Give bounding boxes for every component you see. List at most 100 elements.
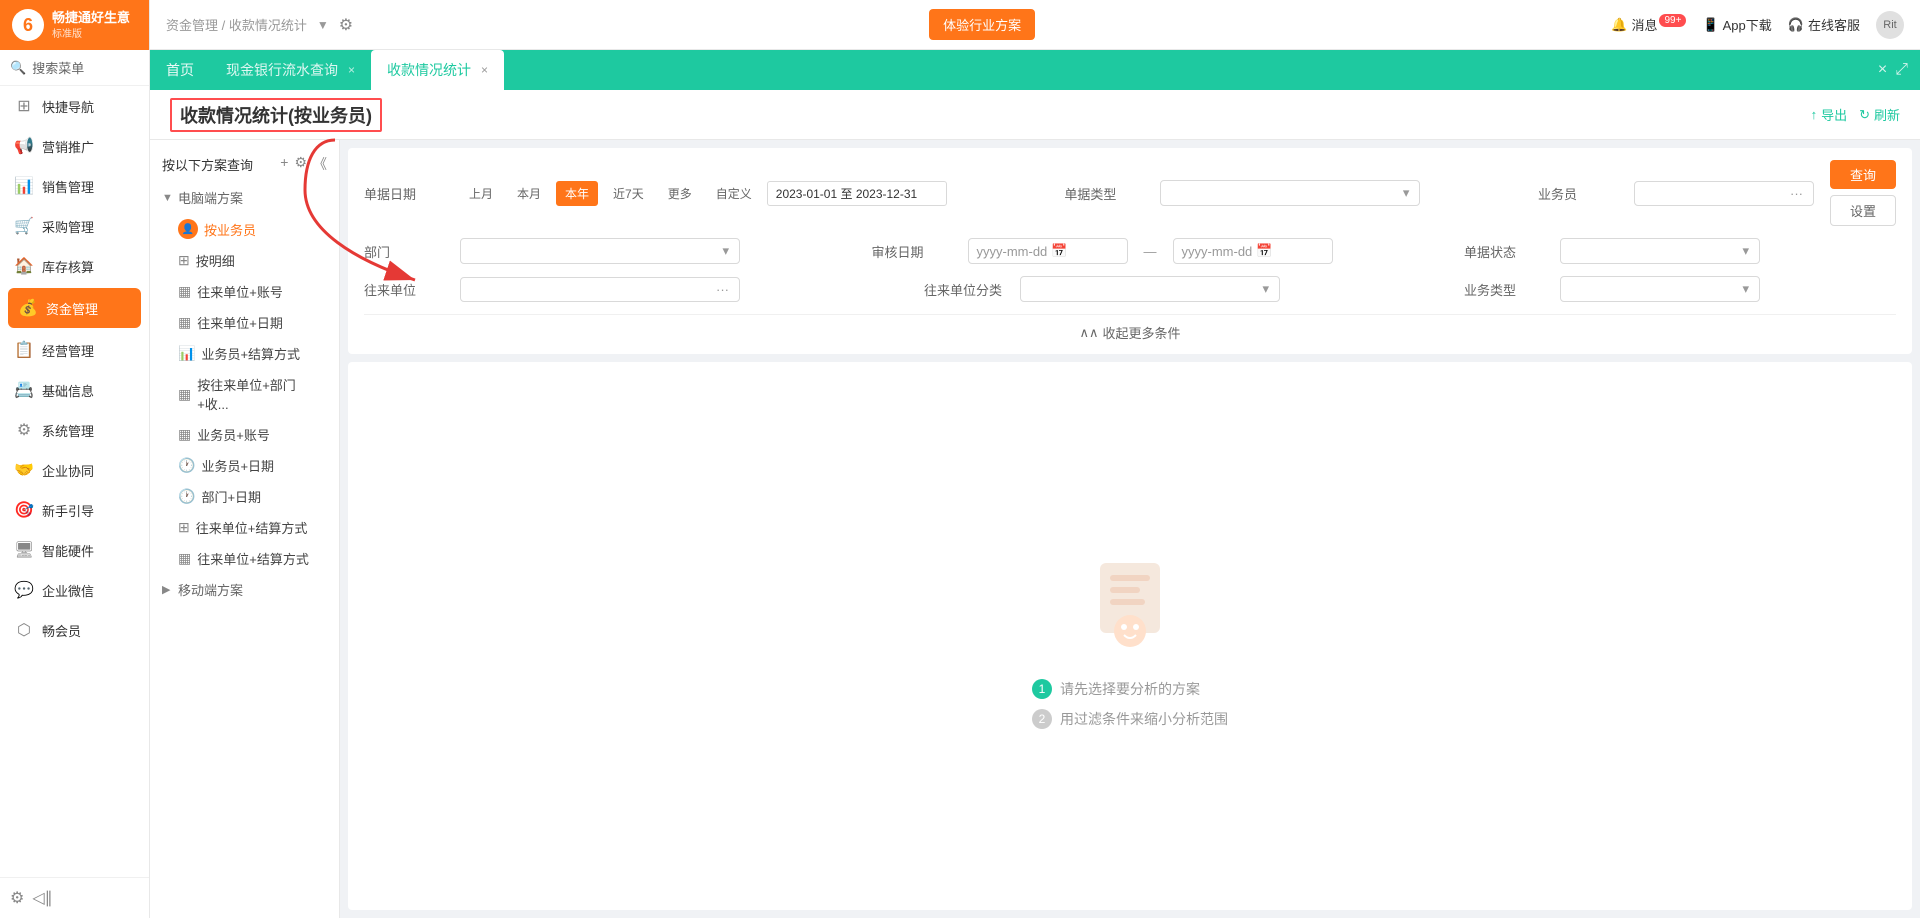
scheme-item-label6: 业务员+日期 xyxy=(201,456,274,475)
date-group: 上月 本月 本年 近7天 更多 自定义 2023-01-01 至 2023-12… xyxy=(460,181,947,206)
pc-section-header[interactable]: ▼ 电脑端方案 xyxy=(150,182,339,213)
trial-btn[interactable]: 体验行业方案 xyxy=(929,9,1035,40)
scheme-item-counterpart-payment1[interactable]: ⊞ 往来单位+结算方式 xyxy=(150,512,339,543)
chevron-down-icon[interactable]: ▼ xyxy=(317,18,329,32)
scheme-item-salesperson-account[interactable]: ▦ 业务员+账号 xyxy=(150,419,339,450)
search-menu[interactable]: 🔍 搜索菜单 xyxy=(0,50,149,86)
dept-select[interactable]: ▾ xyxy=(460,238,740,264)
collapse-scheme-icon[interactable]: 《 xyxy=(313,154,327,174)
notification-badge: 99+ xyxy=(1659,14,1686,27)
tab-collection-close[interactable]: × xyxy=(481,63,488,77)
header-gear-icon[interactable]: ⚙ xyxy=(339,15,353,35)
sidebar-item-wechat[interactable]: 💬 企业微信 xyxy=(0,570,149,610)
header-left: 资金管理 / 收款情况统计 ▼ ⚙ xyxy=(166,15,353,35)
operations-icon: 📋 xyxy=(14,340,34,360)
filter-collapse-row: ∧∧ 收起更多条件 xyxy=(364,314,1896,342)
tab-bar: 首页 现金银行流水查询 × 收款情况统计 × × ⤢ xyxy=(150,50,1920,90)
doc-status-select[interactable]: ▾ xyxy=(1560,238,1760,264)
add-scheme-icon[interactable]: + xyxy=(280,154,288,174)
biz-type-select[interactable]: ▾ xyxy=(1560,276,1760,302)
table-icon: ▦ xyxy=(178,283,191,300)
tab-bank-close[interactable]: × xyxy=(348,63,355,77)
refresh-btn[interactable]: ↻ 刷新 xyxy=(1859,105,1900,124)
scheme-item-label3: 业务员+结算方式 xyxy=(201,344,300,363)
sidebar-item-member[interactable]: ⬡ 畅会员 xyxy=(0,610,149,650)
sidebar-item-guide[interactable]: 🎯 新手引导 xyxy=(0,490,149,530)
scheme-panel-title: 按以下方案查询 xyxy=(162,155,253,174)
online-service-item[interactable]: 🎧 在线客服 xyxy=(1788,15,1860,34)
sidebar-item-inventory[interactable]: 🏠 库存核算 xyxy=(0,246,149,286)
sidebar-item-basic[interactable]: 📇 基础信息 xyxy=(0,370,149,410)
sidebar-item-purchase[interactable]: 🛒 采购管理 xyxy=(0,206,149,246)
empty-steps: 1 请先选择要分析的方案 2 用过滤条件来缩小分析范围 xyxy=(1032,679,1228,729)
tab-collection[interactable]: 收款情况统计 × xyxy=(371,50,504,90)
scheme-item-counterpart-date[interactable]: ▦ 往来单位+日期 xyxy=(150,307,339,338)
date-btn-this-year[interactable]: 本年 xyxy=(556,181,598,206)
search-icon: 🔍 xyxy=(10,60,26,76)
guide-icon: 🎯 xyxy=(14,500,34,520)
tab-bank[interactable]: 现金银行流水查询 × xyxy=(210,50,371,90)
clock-icon2: 🕐 xyxy=(178,488,195,505)
notification-item[interactable]: 🔔 消息 99+ xyxy=(1611,15,1686,34)
query-btn[interactable]: 查询 xyxy=(1830,160,1896,189)
sidebar-item-coop[interactable]: 🤝 企业协同 xyxy=(0,450,149,490)
scheme-item-counterpart-account[interactable]: ▦ 往来单位+账号 xyxy=(150,276,339,307)
hardware-icon: 🖥 xyxy=(14,540,34,560)
ellipsis-salesperson-icon: ··· xyxy=(1790,186,1803,201)
empty-area: 1 请先选择要分析的方案 2 用过滤条件来缩小分析范围 xyxy=(348,362,1912,910)
date-btn-custom[interactable]: 自定义 xyxy=(707,181,761,206)
scheme-item-label7: 部门+日期 xyxy=(201,487,261,506)
sidebar-item-marketing[interactable]: 📢 营销推广 xyxy=(0,126,149,166)
scheme-item-dept-date[interactable]: 🕐 部门+日期 xyxy=(150,481,339,512)
mobile-section-header[interactable]: ▶ 移动端方案 xyxy=(150,574,339,605)
wechat-label: 企业微信 xyxy=(42,581,94,600)
collapse-btn[interactable]: ∧∧ 收起更多条件 xyxy=(1079,323,1180,342)
doc-type-select[interactable]: ▾ xyxy=(1160,180,1420,206)
sidebar-item-quick-nav[interactable]: ⊞ 快捷导航 xyxy=(0,86,149,126)
settings-btn[interactable]: 设置 xyxy=(1830,195,1896,226)
collapse-sidebar-icon[interactable]: ◁∥ xyxy=(32,888,52,908)
date-btn-this-month[interactable]: 本月 xyxy=(508,181,550,206)
sidebar-bottom: ⚙ ◁∥ xyxy=(0,877,149,918)
settings-scheme-icon[interactable]: ⚙ xyxy=(294,154,307,174)
sidebar-item-hardware[interactable]: 🖥 智能硬件 xyxy=(0,530,149,570)
audit-date-to[interactable]: yyyy-mm-dd 📅 xyxy=(1173,238,1333,264)
page-title-actions: ↑ 导出 ↻ 刷新 xyxy=(1811,105,1900,124)
tab-close-all-icon[interactable]: × xyxy=(1878,61,1887,79)
refresh-icon: ↻ xyxy=(1859,107,1870,123)
dept-label: 部门 xyxy=(364,242,444,261)
scheme-item-by-detail[interactable]: ⊞ 按明细 xyxy=(150,245,339,276)
date-btn-more[interactable]: 更多 xyxy=(659,181,701,206)
export-btn[interactable]: ↑ 导出 xyxy=(1811,105,1848,124)
scheme-item-salesperson-payment[interactable]: 📊 业务员+结算方式 xyxy=(150,338,339,369)
counterpart-select[interactable]: ··· xyxy=(460,277,740,302)
sidebar-logo: 6 畅捷通好生意 标准版 xyxy=(0,0,149,50)
salesperson-select[interactable]: ··· xyxy=(1634,181,1814,206)
scheme-item-counterpart-dept[interactable]: ▦ 按往来单位+部门+收... xyxy=(150,369,339,419)
chevron-down-icon2: ▾ xyxy=(1403,185,1410,201)
guide-label: 新手引导 xyxy=(42,501,94,520)
system-icon: ⚙ xyxy=(14,420,34,440)
step-1-text: 请先选择要分析的方案 xyxy=(1060,679,1200,699)
system-label: 系统管理 xyxy=(42,421,94,440)
salesperson-label: 业务员 xyxy=(1538,184,1618,203)
tab-expand-icon[interactable]: ⤢ xyxy=(1895,61,1908,79)
audit-date-from[interactable]: yyyy-mm-dd 📅 xyxy=(968,238,1128,264)
scheme-item-salesperson-date[interactable]: 🕐 业务员+日期 xyxy=(150,450,339,481)
sidebar-item-finance[interactable]: 💰 资金管理 xyxy=(8,288,141,328)
settings-bottom-icon[interactable]: ⚙ xyxy=(10,888,24,908)
date-btn-last-month[interactable]: 上月 xyxy=(460,181,502,206)
avatar[interactable]: Rit xyxy=(1876,11,1904,39)
sidebar-item-system[interactable]: ⚙ 系统管理 xyxy=(0,410,149,450)
mobile-section-label: 移动端方案 xyxy=(178,580,243,599)
scheme-item-by-salesperson[interactable]: 👤 按业务员 xyxy=(150,213,339,245)
audit-date-label: 审核日期 xyxy=(872,242,952,261)
scheme-item-counterpart-payment2[interactable]: ▦ 往来单位+结算方式 xyxy=(150,543,339,574)
tab-home[interactable]: 首页 xyxy=(150,60,210,80)
calendar-icon: 📅 xyxy=(1051,243,1067,259)
sidebar-item-operations[interactable]: 📋 经营管理 xyxy=(0,330,149,370)
app-download-item[interactable]: 📱 App下载 xyxy=(1702,15,1771,34)
date-btn-7days[interactable]: 近7天 xyxy=(604,181,653,206)
counterpart-cat-select[interactable]: ▾ xyxy=(1020,276,1280,302)
sidebar-item-sales[interactable]: 📊 销售管理 xyxy=(0,166,149,206)
